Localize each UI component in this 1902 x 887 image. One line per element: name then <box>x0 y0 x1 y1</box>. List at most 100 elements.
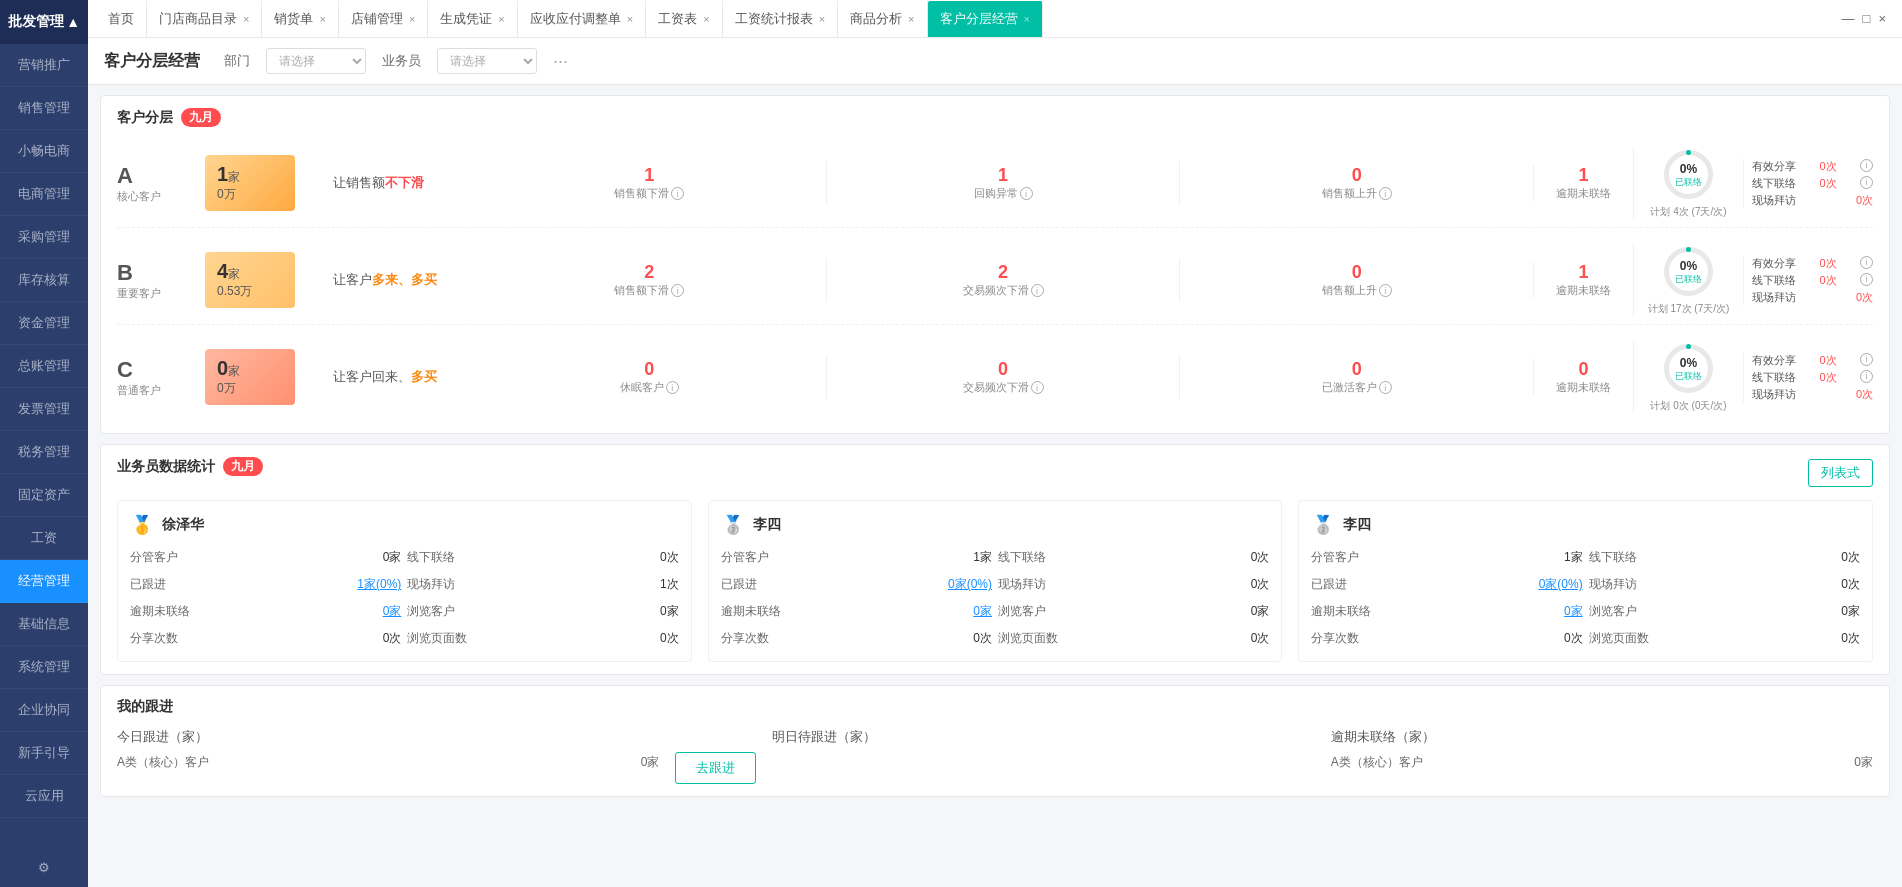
medal-gold-icon: 🥇 <box>130 513 154 537</box>
window-restore-icon[interactable]: □ <box>1863 11 1871 26</box>
info-icon[interactable]: i <box>1379 187 1392 200</box>
sidebar-item-finance[interactable]: 资金管理 <box>0 302 88 345</box>
window-close-icon[interactable]: × <box>1878 11 1886 26</box>
tab-store-mgmt[interactable]: 店铺管理 × <box>339 1 428 37</box>
sidebar-item-assets[interactable]: 固定资产 <box>0 474 88 517</box>
dept-label: 部门 <box>224 52 250 70</box>
sidebar-item-ledger[interactable]: 总账管理 <box>0 345 88 388</box>
biz-staff-grid: 🥇 徐泽华 分管客户0家 线下联络0次 已跟进1家(0%) 现场拜访1次 逾期未… <box>117 500 1873 662</box>
tier-a-contact: 1 逾期未联络 <box>1533 165 1633 201</box>
sidebar-item-management[interactable]: 经营管理 <box>0 560 88 603</box>
tier-c-count: 0家 0万 <box>205 349 325 405</box>
followup-grid: 今日跟进（家） A类（核心）客户 0家 去跟进 明日待跟进（家） 逾期未联络（家… <box>117 728 1873 784</box>
sidebar-settings-button[interactable]: ⚙ <box>0 848 88 887</box>
biz-card-2: 🥈 李四 分管客户1家 线下联络0次 已跟进0家(0%) 现场拜访0次 逾期未联… <box>1298 500 1873 662</box>
biz-stats-section: 业务员数据统计 九月 列表式 🥇 徐泽华 分管客户0家 线下联络0次 已跟进1家… <box>100 444 1890 675</box>
tab-sales-order[interactable]: 销货单 × <box>262 1 338 37</box>
followup-section: 我的跟进 今日跟进（家） A类（核心）客户 0家 去跟进 明日待跟进（家） 逾期… <box>100 685 1890 797</box>
tab-voucher[interactable]: 生成凭证 × <box>428 1 517 37</box>
close-icon[interactable]: × <box>1024 13 1030 25</box>
tier-b-right-stats: 有效分享 0次 i 线下联络 0次 i 现场拜访 0次 <box>1743 256 1873 305</box>
staff-select[interactable]: 请选择 <box>437 48 537 74</box>
tab-bar: 首页 门店商品目录 × 销货单 × 店铺管理 × 生成凭证 × 应收应付调整单 … <box>88 0 1902 38</box>
tier-b-label: B 重要客户 <box>117 260 197 301</box>
tier-c-contact: 0 逾期未联络 <box>1533 359 1633 395</box>
sidebar-item-ecommerce-small[interactable]: 小畅电商 <box>0 130 88 173</box>
tier-b-count: 4家 0.53万 <box>205 252 325 308</box>
sidebar-item-cloud[interactable]: 云应用 <box>0 775 88 818</box>
biz-card-0: 🥇 徐泽华 分管客户0家 线下联络0次 已跟进1家(0%) 现场拜访1次 逾期未… <box>117 500 692 662</box>
biz-stats-title: 业务员数据统计 九月 <box>117 457 263 476</box>
sidebar-item-invoice[interactable]: 发票管理 <box>0 388 88 431</box>
staff-name-0: 徐泽华 <box>162 516 204 534</box>
sidebar-item-marketing[interactable]: 营销推广 <box>0 44 88 87</box>
info-icon[interactable]: i <box>1860 273 1873 286</box>
tier-b-stat-1: 2 交易频次下滑 i <box>827 258 1181 302</box>
close-icon[interactable]: × <box>498 13 504 25</box>
info-icon[interactable]: i <box>1860 159 1873 172</box>
tab-adjustment[interactable]: 应收应付调整单 × <box>518 1 646 37</box>
sidebar-item-basic[interactable]: 基础信息 <box>0 603 88 646</box>
sidebar-item-purchase[interactable]: 采购管理 <box>0 216 88 259</box>
tier-a-circle: 0% 已联络 计划 4次 (7天/次) <box>1633 147 1743 219</box>
info-icon[interactable]: i <box>1379 284 1392 297</box>
window-minimize-icon[interactable]: — <box>1842 11 1855 26</box>
followup-tomorrow: 明日待跟进（家） <box>772 728 1314 752</box>
tier-month-badge: 九月 <box>181 108 221 127</box>
sidebar-item-system[interactable]: 系统管理 <box>0 646 88 689</box>
info-icon[interactable]: i <box>671 284 684 297</box>
info-icon[interactable]: i <box>1860 353 1873 366</box>
sidebar-item-inventory[interactable]: 库存核算 <box>0 259 88 302</box>
staff-name-1: 李四 <box>753 516 781 534</box>
close-icon[interactable]: × <box>819 13 825 25</box>
tab-home[interactable]: 首页 <box>96 1 147 37</box>
info-icon[interactable]: i <box>1860 176 1873 189</box>
info-icon[interactable]: i <box>1020 187 1033 200</box>
more-options-icon[interactable]: ··· <box>553 51 568 72</box>
goto-followup-button[interactable]: 去跟进 <box>675 752 756 784</box>
info-icon[interactable]: i <box>1031 381 1044 394</box>
tier-c-label: C 普通客户 <box>117 357 197 398</box>
close-icon[interactable]: × <box>703 13 709 25</box>
sidebar-item-collab[interactable]: 企业协同 <box>0 689 88 732</box>
tab-payroll[interactable]: 工资表 × <box>646 1 722 37</box>
list-view-button[interactable]: 列表式 <box>1808 459 1873 487</box>
close-icon[interactable]: × <box>409 13 415 25</box>
tier-c-stat-0: 0 休眠客户 i <box>473 355 827 399</box>
info-icon[interactable]: i <box>671 187 684 200</box>
tier-c-right-stats: 有效分享 0次 i 线下联络 0次 i 现场拜访 0次 <box>1743 353 1873 402</box>
followup-overdue: 逾期未联络（家） A类（核心）客户 0家 <box>1331 728 1873 773</box>
close-icon[interactable]: × <box>243 13 249 25</box>
sidebar-item-sales[interactable]: 销售管理 <box>0 87 88 130</box>
sidebar: 批发管理 ▲ 营销推广 销售管理 小畅电商 电商管理 采购管理 库存核算 资金管… <box>0 0 88 887</box>
close-icon[interactable]: × <box>908 13 914 25</box>
tab-bar-actions: — □ × <box>1842 11 1894 26</box>
info-icon[interactable]: i <box>666 381 679 394</box>
biz-month-badge: 九月 <box>223 457 263 476</box>
tier-b-action: 让客户多来、多买 <box>333 271 473 289</box>
info-icon[interactable]: i <box>1860 370 1873 383</box>
info-icon[interactable]: i <box>1860 256 1873 269</box>
tab-payroll-report[interactable]: 工资统计报表 × <box>723 1 838 37</box>
staff-label: 业务员 <box>382 52 421 70</box>
tier-b-stats: 2 销售额下滑 i 2 交易频次下滑 i <box>473 258 1533 302</box>
staff-name-2: 李四 <box>1343 516 1371 534</box>
tier-a-stat-1: 1 回购异常 i <box>827 161 1181 205</box>
sidebar-item-ecommerce[interactable]: 电商管理 <box>0 173 88 216</box>
sidebar-item-tax[interactable]: 税务管理 <box>0 431 88 474</box>
page-content: 客户分层经营 部门 请选择 业务员 请选择 ··· 客户分层 九月 A <box>88 38 1902 887</box>
info-icon[interactable]: i <box>1379 381 1392 394</box>
sidebar-item-guide[interactable]: 新手引导 <box>0 732 88 775</box>
tab-product-analysis[interactable]: 商品分析 × <box>838 1 927 37</box>
sidebar-collapse-icon[interactable]: ▲ <box>66 14 80 30</box>
tier-c-stats: 0 休眠客户 i 0 交易频次下滑 i <box>473 355 1533 399</box>
close-icon[interactable]: × <box>627 13 633 25</box>
info-icon[interactable]: i <box>1031 284 1044 297</box>
tab-store-catalog[interactable]: 门店商品目录 × <box>147 1 262 37</box>
page-header: 客户分层经营 部门 请选择 业务员 请选择 ··· <box>88 38 1902 85</box>
sidebar-item-payroll[interactable]: 工资 <box>0 517 88 560</box>
close-icon[interactable]: × <box>319 13 325 25</box>
page-title: 客户分层经营 <box>104 51 200 72</box>
dept-select[interactable]: 请选择 <box>266 48 366 74</box>
tab-customer-tier[interactable]: 客户分层经营 × <box>928 1 1043 37</box>
